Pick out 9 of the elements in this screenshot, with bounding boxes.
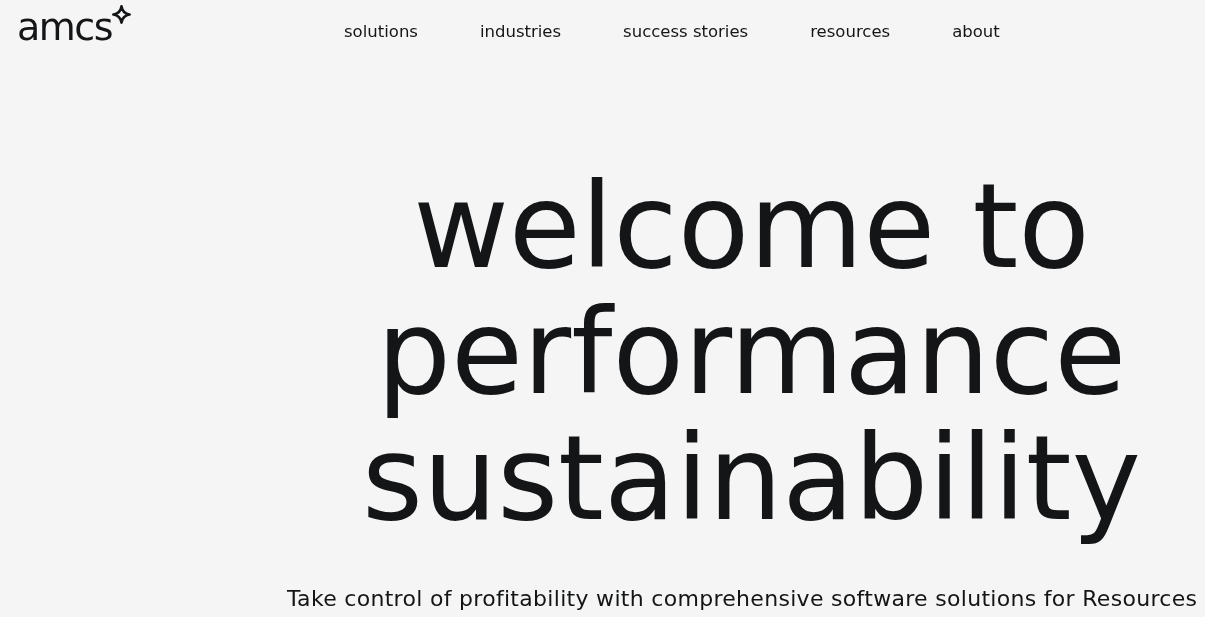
nav-link[interactable]: resources — [810, 21, 891, 43]
nav-link[interactable]: solutions — [344, 21, 418, 43]
nav-link[interactable]: about — [952, 21, 1000, 43]
nav-link[interactable]: industries — [479, 21, 562, 43]
hero-heading: welcome to performance sustainability — [362, 164, 1141, 542]
nav-link[interactable]: success stories — [623, 21, 749, 43]
hero-subtitle: Take control of profitability with comprehensive software solutions for Resources — [287, 585, 1198, 613]
logo[interactable]: amcs — [17, 7, 131, 47]
sparkle-icon — [112, 5, 131, 24]
